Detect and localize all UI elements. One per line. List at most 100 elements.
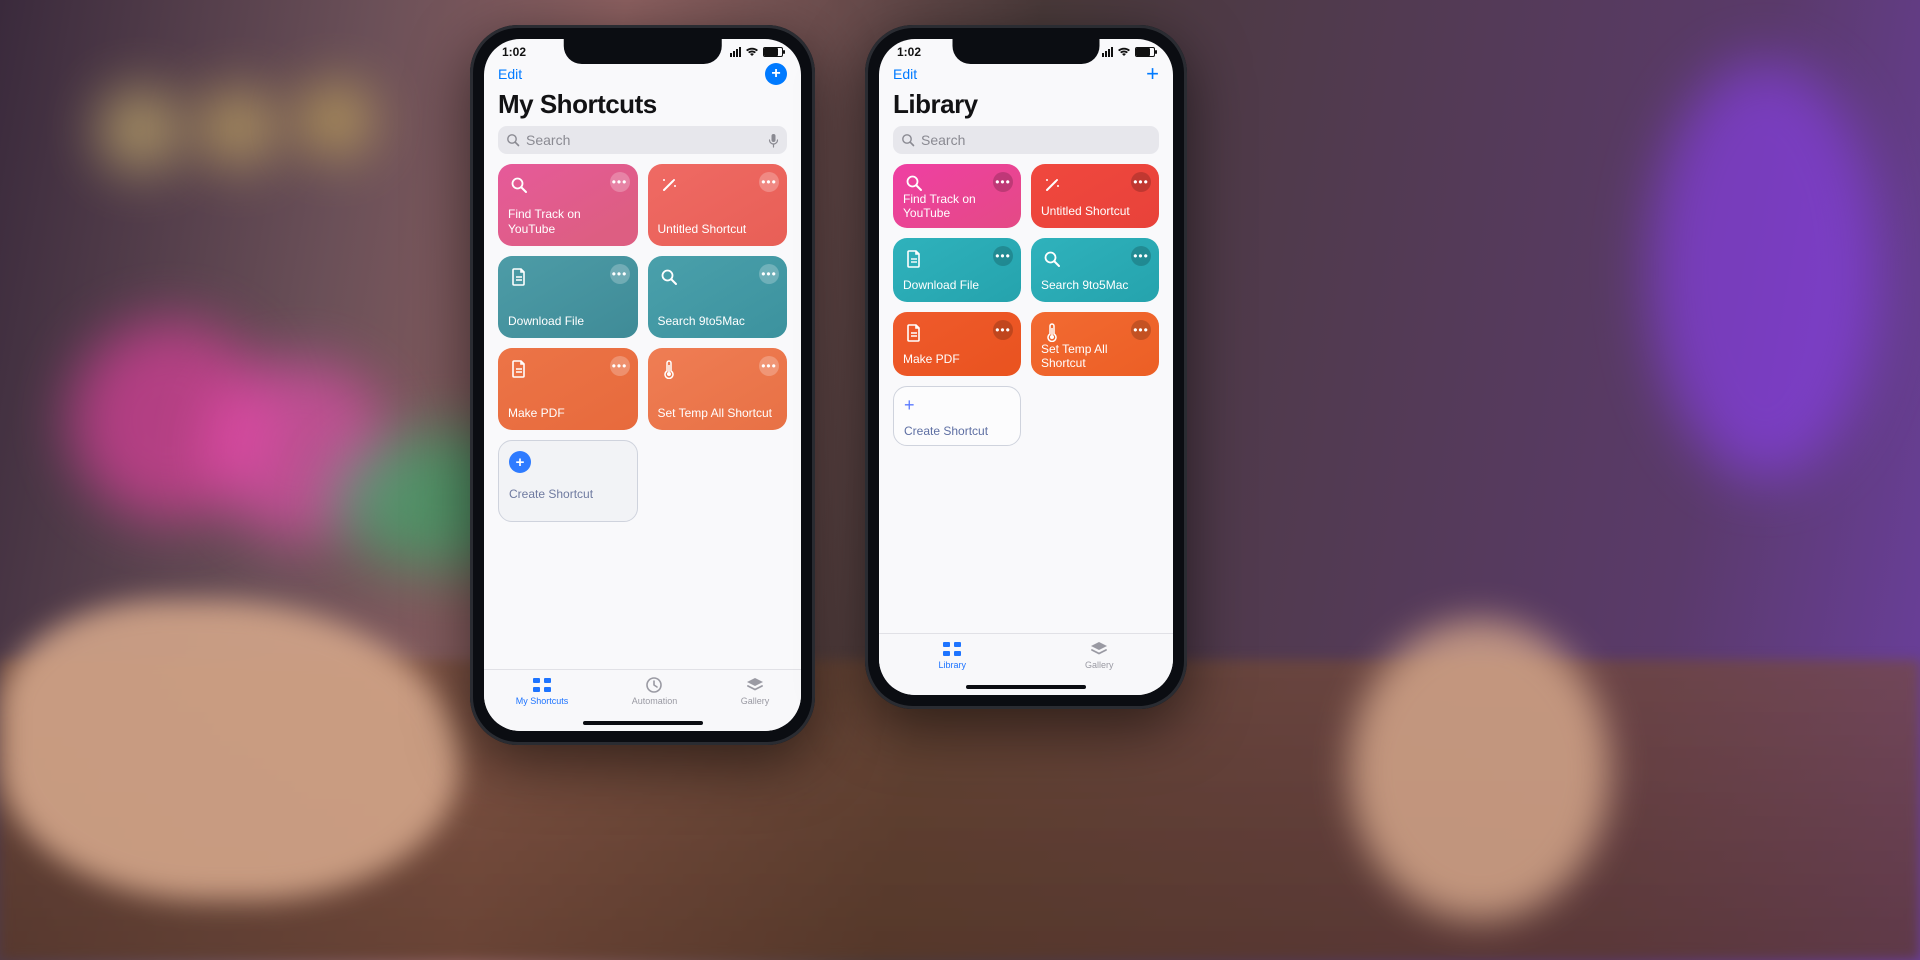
plus-icon: + bbox=[904, 395, 1010, 416]
doc-icon bbox=[508, 266, 530, 288]
tab-automation[interactable]: Automation bbox=[632, 676, 678, 706]
more-icon[interactable]: ••• bbox=[610, 356, 630, 376]
tab-library[interactable]: Library bbox=[938, 640, 966, 670]
edit-button[interactable]: Edit bbox=[893, 66, 917, 82]
add-button[interactable]: + bbox=[765, 63, 787, 85]
shortcut-label: Search 9to5Mac bbox=[1041, 278, 1149, 292]
more-icon[interactable]: ••• bbox=[993, 172, 1013, 192]
doc-icon bbox=[903, 322, 925, 344]
more-icon[interactable]: ••• bbox=[759, 356, 779, 376]
more-icon[interactable]: ••• bbox=[1131, 320, 1151, 340]
tab-gallery[interactable]: Gallery bbox=[1085, 640, 1114, 670]
plus-icon: + bbox=[509, 451, 531, 473]
page-title: My Shortcuts bbox=[484, 85, 801, 126]
search-placeholder: Search bbox=[526, 132, 570, 148]
search-field[interactable]: Search bbox=[893, 126, 1159, 154]
shortcut-tile[interactable]: ••• Untitled Shortcut bbox=[648, 164, 788, 246]
clock-icon bbox=[643, 676, 665, 694]
shortcut-label: Set Temp All Shortcut bbox=[658, 406, 778, 420]
tab-label: Automation bbox=[632, 696, 678, 706]
shortcut-label: Search 9to5Mac bbox=[658, 314, 778, 328]
search-field[interactable]: Search bbox=[498, 126, 787, 154]
wifi-icon bbox=[745, 47, 759, 57]
search-icon bbox=[903, 174, 925, 192]
shortcut-tile[interactable]: ••• Make PDF bbox=[893, 312, 1021, 376]
nav-bar: Edit + bbox=[484, 61, 801, 85]
doc-icon bbox=[508, 358, 530, 380]
battery-icon bbox=[1135, 47, 1155, 57]
tab-label: Gallery bbox=[741, 696, 770, 706]
phone-left: 1:02 Edit + My Shortcuts Search ••• Find … bbox=[470, 25, 815, 745]
shortcut-label: Find Track on YouTube bbox=[903, 192, 1011, 221]
shortcut-tile[interactable]: ••• Search 9to5Mac bbox=[648, 256, 788, 338]
home-indicator[interactable] bbox=[966, 685, 1086, 689]
more-icon[interactable]: ••• bbox=[993, 320, 1013, 340]
page-title: Library bbox=[879, 85, 1173, 126]
home-indicator[interactable] bbox=[583, 721, 703, 725]
more-icon[interactable]: ••• bbox=[993, 246, 1013, 266]
create-label: Create Shortcut bbox=[509, 487, 627, 501]
shortcut-tile[interactable]: ••• Make PDF bbox=[498, 348, 638, 430]
tab-label: Library bbox=[938, 660, 966, 670]
shortcut-label: Download File bbox=[903, 278, 1011, 292]
more-icon[interactable]: ••• bbox=[1131, 172, 1151, 192]
shortcut-tile[interactable]: •••Set Temp All Shortcut bbox=[1031, 312, 1159, 376]
nav-bar: Edit + bbox=[879, 61, 1173, 85]
search-placeholder: Search bbox=[921, 132, 965, 148]
create-shortcut-tile[interactable]: + Create Shortcut bbox=[893, 386, 1021, 446]
shortcut-tile[interactable]: •••Find Track on YouTube bbox=[893, 164, 1021, 228]
shortcut-label: Find Track on YouTube bbox=[508, 207, 628, 236]
layers-icon bbox=[744, 676, 766, 694]
add-button[interactable]: + bbox=[1146, 63, 1159, 85]
create-label: Create Shortcut bbox=[904, 424, 1010, 438]
shortcut-label: Set Temp All Shortcut bbox=[1041, 342, 1149, 371]
thermo-icon bbox=[658, 358, 680, 380]
mic-icon[interactable] bbox=[768, 133, 779, 148]
phone-right: 1:02 Edit + Library Search •••Find Track… bbox=[865, 25, 1187, 709]
tab-gallery[interactable]: Gallery bbox=[741, 676, 770, 706]
shortcut-tile[interactable]: ••• Untitled Shortcut bbox=[1031, 164, 1159, 228]
create-shortcut-tile[interactable]: + Create Shortcut bbox=[498, 440, 638, 522]
grid-icon bbox=[941, 640, 963, 658]
wand-icon bbox=[1041, 174, 1063, 196]
shortcut-tile[interactable]: ••• Find Track on YouTube bbox=[498, 164, 638, 246]
grid-icon bbox=[531, 676, 553, 694]
shortcut-label: Make PDF bbox=[903, 352, 1011, 366]
search-icon bbox=[658, 266, 680, 288]
more-icon[interactable]: ••• bbox=[759, 172, 779, 192]
shortcut-tile[interactable]: ••• Download File bbox=[498, 256, 638, 338]
status-time: 1:02 bbox=[897, 45, 921, 59]
shortcut-label: Download File bbox=[508, 314, 628, 328]
shortcut-tile[interactable]: ••• Search 9to5Mac bbox=[1031, 238, 1159, 302]
edit-button[interactable]: Edit bbox=[498, 66, 522, 82]
layers-icon bbox=[1088, 640, 1110, 658]
shortcut-tile[interactable]: ••• Set Temp All Shortcut bbox=[648, 348, 788, 430]
search-icon bbox=[901, 133, 915, 147]
shortcut-grid: •••Find Track on YouTube•••Untitled Shor… bbox=[879, 164, 1173, 446]
search-icon bbox=[1041, 248, 1063, 270]
tab-label: Gallery bbox=[1085, 660, 1114, 670]
more-icon[interactable]: ••• bbox=[610, 172, 630, 192]
more-icon[interactable]: ••• bbox=[759, 264, 779, 284]
shortcut-label: Make PDF bbox=[508, 406, 628, 420]
shortcut-label: Untitled Shortcut bbox=[658, 222, 778, 236]
shortcut-tile[interactable]: ••• Download File bbox=[893, 238, 1021, 302]
more-icon[interactable]: ••• bbox=[610, 264, 630, 284]
shortcut-label: Untitled Shortcut bbox=[1041, 204, 1149, 218]
tab-my-shortcuts[interactable]: My Shortcuts bbox=[516, 676, 569, 706]
tab-label: My Shortcuts bbox=[516, 696, 569, 706]
search-icon bbox=[508, 174, 530, 196]
more-icon[interactable]: ••• bbox=[1131, 246, 1151, 266]
wand-icon bbox=[658, 174, 680, 196]
shortcut-grid: ••• Find Track on YouTube ••• Untitled Shor… bbox=[484, 164, 801, 522]
cellular-icon bbox=[1102, 47, 1113, 57]
notch bbox=[563, 39, 722, 64]
status-time: 1:02 bbox=[502, 45, 526, 59]
wifi-icon bbox=[1117, 47, 1131, 57]
thermo-icon bbox=[1041, 322, 1063, 342]
battery-icon bbox=[763, 47, 783, 57]
search-icon bbox=[506, 133, 520, 147]
cellular-icon bbox=[730, 47, 741, 57]
doc-icon bbox=[903, 248, 925, 270]
notch bbox=[953, 39, 1100, 64]
